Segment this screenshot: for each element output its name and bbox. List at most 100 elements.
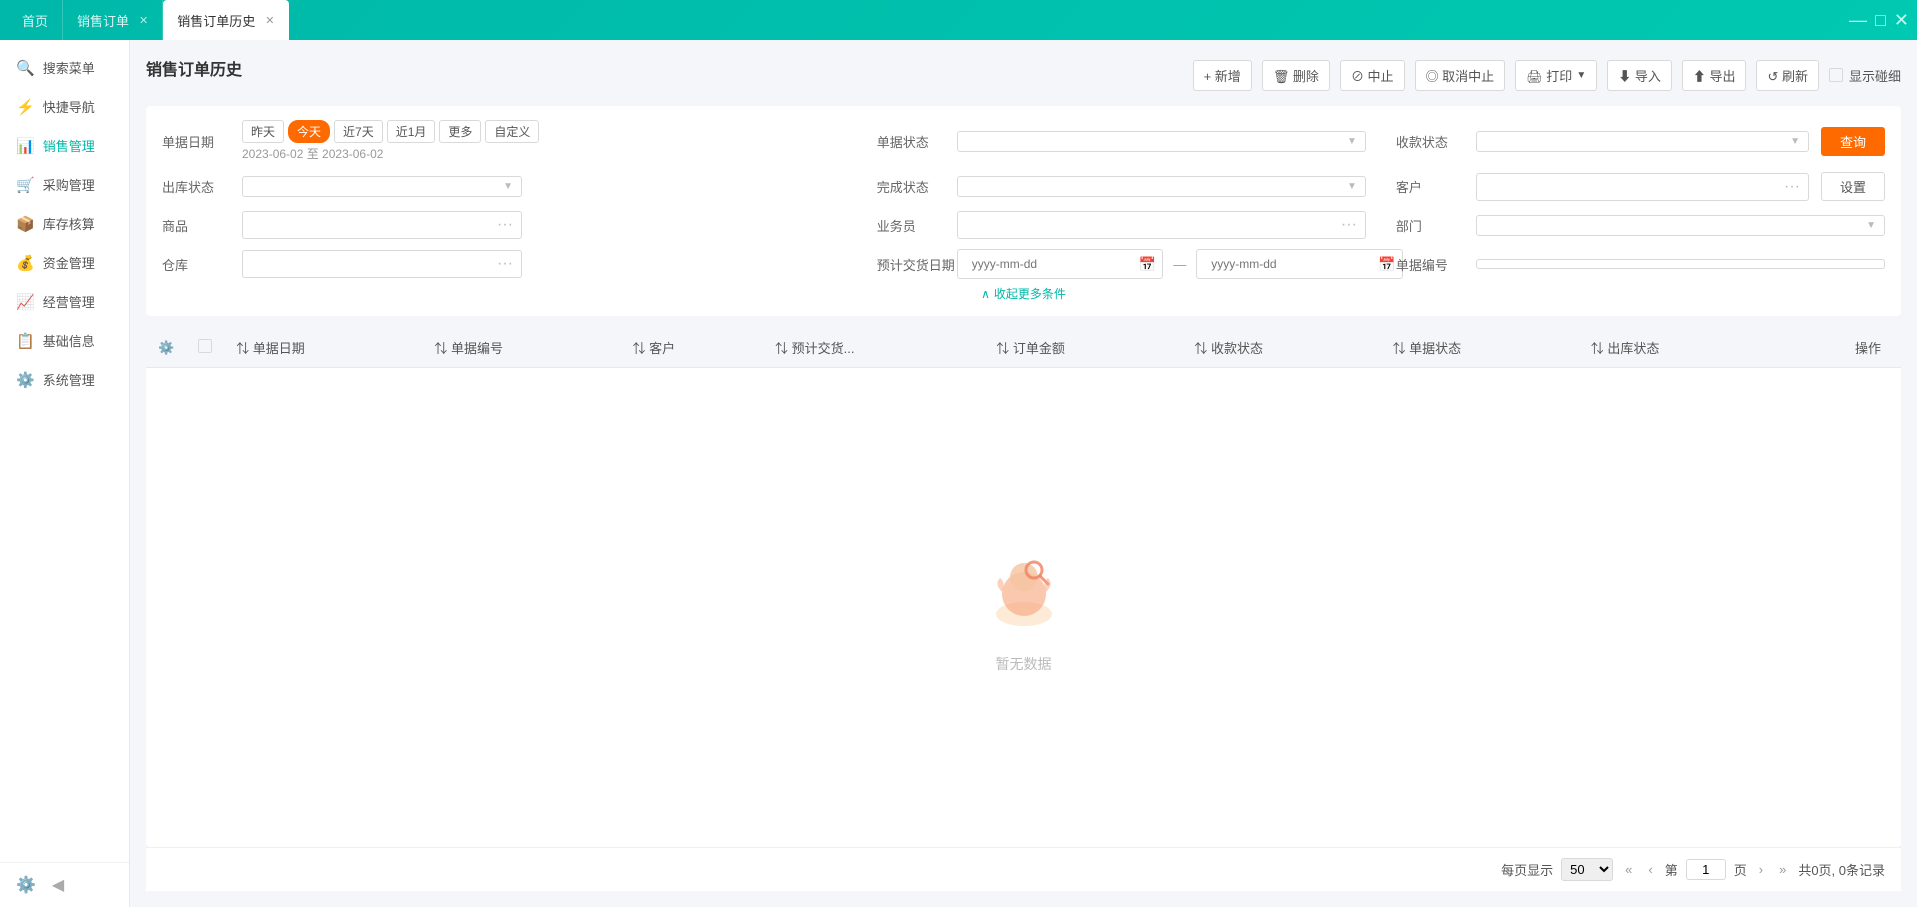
today-btn[interactable]: 今天 — [288, 120, 330, 143]
filter-row-2: 出库状态 ▼ 完成状态 ▼ 客户 — [162, 172, 1885, 201]
delivery-date-from[interactable] — [964, 253, 1135, 275]
sidebar: 🔍 搜索菜单 ⚡ 快捷导航 📊 销售管理 🛒 采购管理 📦 库存核算 💰 资金管… — [0, 40, 130, 907]
sidebar-item-quick-nav[interactable]: ⚡ 快捷导航 — [0, 87, 129, 126]
settings-button[interactable]: 设置 — [1821, 172, 1885, 201]
yesterday-btn[interactable]: 昨天 — [242, 120, 284, 143]
page-label-pre: 第 — [1665, 860, 1678, 879]
sidebar-item-sales-mgmt[interactable]: 📊 销售管理 — [0, 126, 129, 165]
col-customer: ⇅ 客户 — [620, 328, 763, 368]
col-outbound-status: ⇅ 出库状态 — [1579, 328, 1777, 368]
calendar-to-icon[interactable]: 📅 — [1378, 256, 1395, 273]
select-all-checkbox[interactable] — [198, 339, 212, 353]
display-toggle: 显示碰细 — [1829, 66, 1901, 85]
sidebar-item-operations-label: 经营管理 — [43, 292, 95, 311]
order-status-select[interactable]: ▼ — [957, 131, 1366, 152]
empty-illustration — [974, 542, 1074, 642]
total-text: 共0页, 0条记录 — [1798, 860, 1885, 879]
collapse-up-icon: ∧ — [981, 287, 990, 301]
date-range-display: 2023-06-02 至 2023-06-02 — [242, 145, 539, 162]
current-page-input[interactable] — [1686, 859, 1726, 880]
print-button[interactable]: 🖨 打印 ▼ — [1515, 60, 1597, 91]
last1month-btn[interactable]: 近1月 — [387, 120, 436, 143]
date-dash: — — [1173, 257, 1186, 272]
complete-status-select[interactable]: ▼ — [957, 176, 1366, 197]
page-size-select[interactable]: 10 20 50 100 — [1561, 858, 1613, 881]
base-info-icon: 📋 — [16, 332, 35, 350]
sidebar-settings-icon[interactable]: ⚙️ — [16, 875, 36, 895]
cancel-stop-button[interactable]: ◎ 取消中止 — [1415, 60, 1506, 91]
sidebar-item-finance-label: 资金管理 — [43, 253, 95, 272]
tab-home[interactable]: 首页 — [8, 0, 63, 40]
sidebar-item-purchase-mgmt[interactable]: 🛒 采购管理 — [0, 165, 129, 204]
query-button[interactable]: 查询 — [1821, 127, 1885, 156]
page-title: 销售订单历史 — [146, 56, 242, 80]
operations-icon: 📈 — [16, 293, 35, 311]
stop-button[interactable]: ⊘ 中止 — [1340, 60, 1405, 91]
empty-state: 暂无数据 — [146, 368, 1901, 847]
tab-sales-order[interactable]: 销售订单 ✕ — [63, 0, 163, 40]
tab-sales-order-close[interactable]: ✕ — [139, 14, 148, 27]
display-checkbox[interactable] — [1829, 68, 1843, 82]
salesman-dots-btn[interactable]: ··· — [1341, 216, 1357, 234]
filter-row-4: 仓库 ··· 预计交货日期 📅 — — [162, 249, 1885, 279]
receipt-status-select[interactable]: ▼ — [1476, 131, 1809, 152]
sidebar-item-purchase-mgmt-label: 采购管理 — [43, 175, 95, 194]
filter-panel: 单据日期 昨天 今天 近7天 近1月 更多 自定义 2023-06-02 至 2… — [146, 106, 1901, 316]
finance-icon: 💰 — [16, 254, 35, 272]
page-label: 页 — [1734, 860, 1747, 879]
dept-select[interactable]: ▼ — [1476, 215, 1885, 236]
col-no-label: ⇅ 单据编号 — [434, 341, 503, 356]
sidebar-item-base-info[interactable]: 📋 基础信息 — [0, 321, 129, 360]
sidebar-item-sys-mgmt-label: 系统管理 — [43, 370, 95, 389]
tab-sales-order-history-close[interactable]: ✕ — [265, 14, 274, 27]
col-amount-label: ⇅ 订单金额 — [996, 341, 1065, 356]
new-button[interactable]: + 新增 — [1193, 60, 1252, 91]
sidebar-item-finance[interactable]: 💰 资金管理 — [0, 243, 129, 282]
goods-dots-btn[interactable]: ··· — [497, 216, 513, 234]
collapse-button[interactable]: ∧ 收起更多条件 — [162, 285, 1885, 302]
sidebar-item-search-menu[interactable]: 🔍 搜索菜单 — [0, 48, 129, 87]
table-header-row: ⚙️ ⇅ 单据日期 ⇅ 单据编号 ⇅ 客户 — [146, 328, 1901, 368]
sidebar-item-operations[interactable]: 📈 经营管理 — [0, 282, 129, 321]
import-button[interactable]: ⬇ 导入 — [1607, 60, 1672, 91]
close-icon[interactable]: ✕ — [1894, 10, 1909, 31]
last7days-btn[interactable]: 近7天 — [334, 120, 383, 143]
sidebar-item-inventory[interactable]: 📦 库存核算 — [0, 204, 129, 243]
col-order-status: ⇅ 单据状态 — [1381, 328, 1579, 368]
minimize-icon[interactable]: — — [1849, 10, 1867, 31]
goods-label: 商品 — [162, 216, 242, 235]
customer-label: 客户 — [1396, 177, 1476, 196]
outbound-status-select[interactable]: ▼ — [242, 176, 522, 197]
maximize-icon[interactable]: □ — [1875, 10, 1886, 31]
col-receipt-status-label: ⇅ 收款状态 — [1194, 341, 1263, 356]
sidebar-item-sys-mgmt[interactable]: ⚙️ 系统管理 — [0, 360, 129, 399]
sidebar-collapse-icon[interactable]: ◀ — [52, 875, 64, 895]
prev-page-btn[interactable]: ‹ — [1644, 860, 1656, 879]
customer-dots-btn[interactable]: ··· — [1784, 178, 1800, 196]
tab-home-label: 首页 — [22, 11, 48, 30]
tab-sales-order-history[interactable]: 销售订单历史 ✕ — [163, 0, 289, 40]
filter-row-1: 单据日期 昨天 今天 近7天 近1月 更多 自定义 2023-06-02 至 2… — [162, 120, 1885, 162]
delete-button[interactable]: 🗑 删除 — [1262, 60, 1330, 91]
col-delivery-label: ⇅ 预计交货... — [775, 341, 854, 356]
calendar-from-icon[interactable]: 📅 — [1139, 256, 1156, 273]
complete-status-label: 完成状态 — [877, 177, 957, 196]
custom-btn[interactable]: 自定义 — [485, 120, 539, 143]
col-delivery: ⇅ 预计交货... — [763, 328, 984, 368]
print-dropdown-icon[interactable]: ▼ — [1576, 70, 1586, 81]
sidebar-item-sales-mgmt-label: 销售管理 — [43, 136, 95, 155]
last-page-btn[interactable]: » — [1775, 860, 1790, 879]
first-page-btn[interactable]: « — [1621, 860, 1636, 879]
export-button[interactable]: ⬆ 导出 — [1682, 60, 1747, 91]
toolbar: + 新增 🗑 删除 ⊘ 中止 ◎ 取消中止 🖨 打印 ▼ ⬇ 导入 ⬆ 导出 ↺… — [1193, 60, 1901, 91]
next-page-btn[interactable]: › — [1755, 860, 1767, 879]
warehouse-dots-btn[interactable]: ··· — [497, 255, 513, 273]
delivery-date-to[interactable] — [1203, 253, 1374, 275]
table-gear-icon[interactable]: ⚙️ — [158, 340, 174, 355]
col-amount: ⇅ 订单金额 — [984, 328, 1182, 368]
col-customer-label: ⇅ 客户 — [632, 341, 675, 356]
more-btn[interactable]: 更多 — [439, 120, 481, 143]
refresh-button[interactable]: ↺ 刷新 — [1756, 60, 1819, 91]
order-status-label: 单据状态 — [877, 132, 957, 151]
main-layout: 🔍 搜索菜单 ⚡ 快捷导航 📊 销售管理 🛒 采购管理 📦 库存核算 💰 资金管… — [0, 40, 1917, 907]
